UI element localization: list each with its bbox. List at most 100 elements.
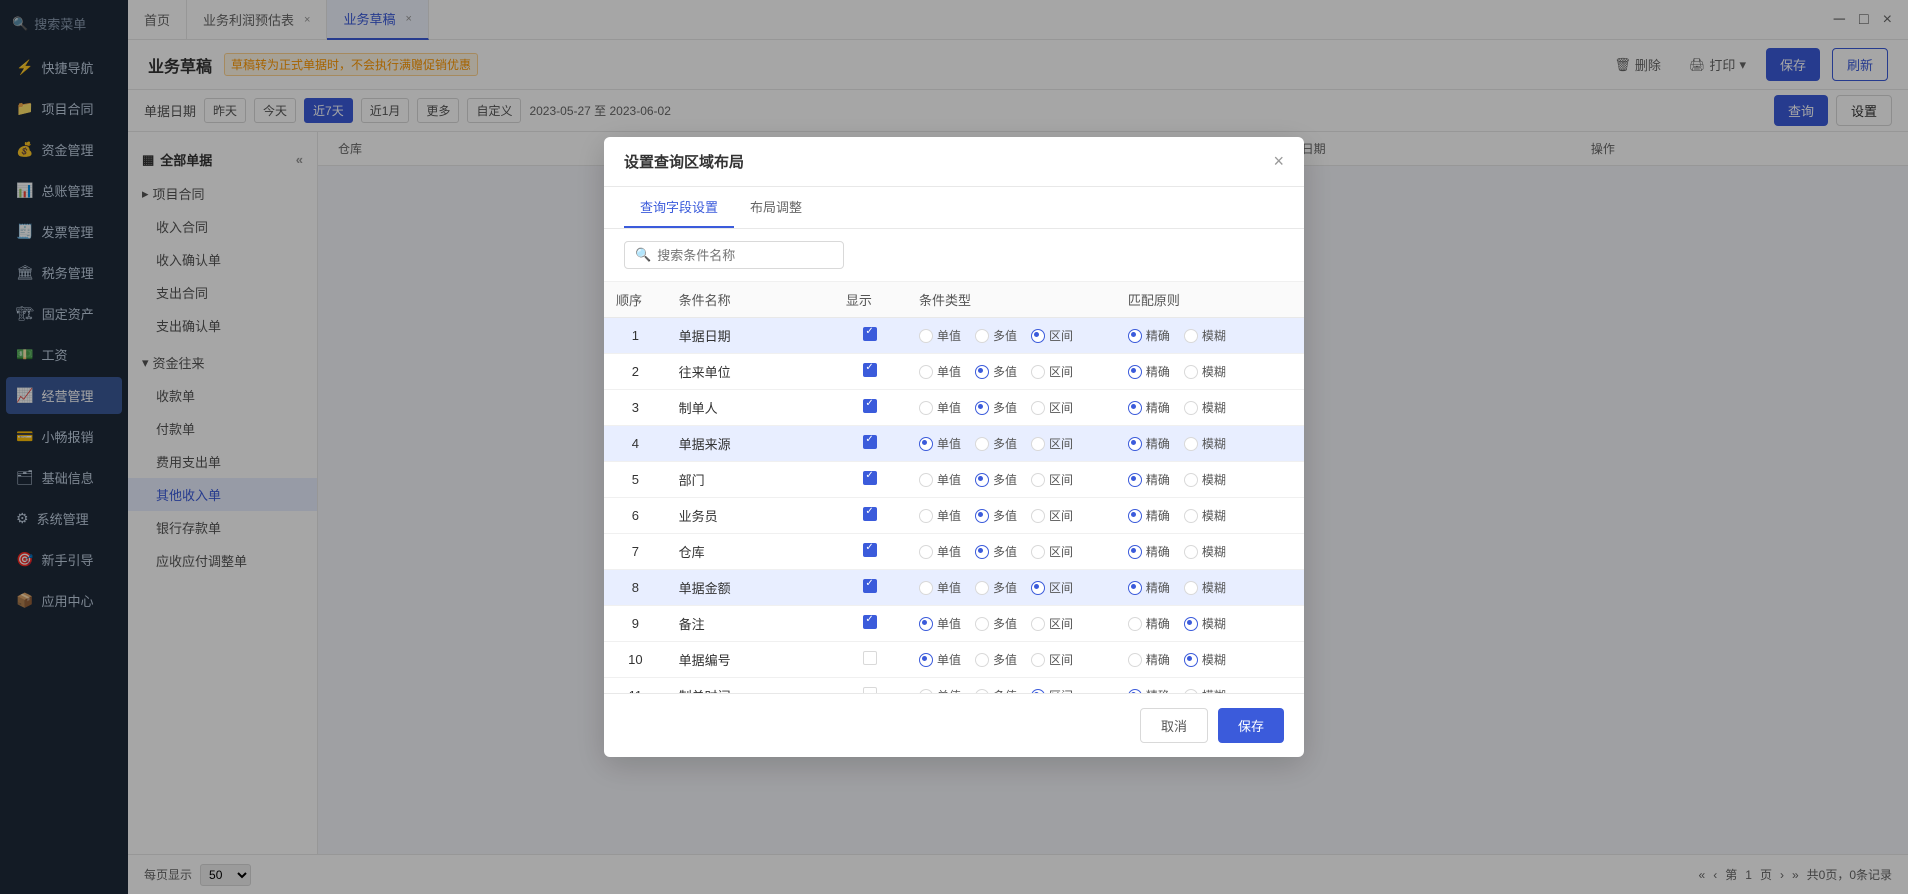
- radio-match-precise[interactable]: 精确: [1128, 543, 1170, 560]
- radio-dot: [975, 653, 989, 667]
- modal-save-button[interactable]: 保存: [1218, 708, 1284, 743]
- radio-type-range[interactable]: 区间: [1031, 435, 1073, 452]
- checkbox-checked[interactable]: [863, 579, 877, 593]
- cell-show[interactable]: [834, 426, 907, 462]
- radio-type-range[interactable]: 区间: [1031, 327, 1073, 344]
- radio-match-fuzzy[interactable]: 模糊: [1184, 399, 1226, 416]
- radio-type-range[interactable]: 区间: [1031, 543, 1073, 560]
- radio-type-single[interactable]: 单值: [919, 543, 961, 560]
- cell-type: 单值多值区间: [907, 462, 1116, 498]
- cell-show[interactable]: [834, 642, 907, 678]
- table-row[interactable]: 7仓库单值多值区间精确模糊: [604, 534, 1304, 570]
- radio-type-range[interactable]: 区间: [1031, 579, 1073, 596]
- radio-match-precise[interactable]: 精确: [1128, 363, 1170, 380]
- radio-type-range[interactable]: 区间: [1031, 471, 1073, 488]
- modal-close-button[interactable]: ×: [1273, 151, 1284, 172]
- cell-show[interactable]: [834, 534, 907, 570]
- cell-show[interactable]: [834, 318, 907, 354]
- radio-type-single[interactable]: 单值: [919, 579, 961, 596]
- radio-match-precise[interactable]: 精确: [1128, 615, 1170, 632]
- search-input[interactable]: [657, 248, 833, 263]
- radio-match-fuzzy[interactable]: 模糊: [1184, 651, 1226, 668]
- radio-type-multiple[interactable]: 多值: [975, 579, 1017, 596]
- radio-dot: [1184, 329, 1198, 343]
- radio-label: 单值: [937, 363, 961, 380]
- modal-tab-query-fields[interactable]: 查询字段设置: [624, 187, 734, 228]
- checkbox-checked[interactable]: [863, 615, 877, 629]
- radio-match-precise[interactable]: 精确: [1128, 471, 1170, 488]
- cell-show[interactable]: [834, 462, 907, 498]
- cell-order: 9: [604, 606, 667, 642]
- radio-type-multiple[interactable]: 多值: [975, 327, 1017, 344]
- radio-type-multiple[interactable]: 多值: [975, 543, 1017, 560]
- table-row[interactable]: 5部门单值多值区间精确模糊: [604, 462, 1304, 498]
- table-row[interactable]: 2往来单位单值多值区间精确模糊: [604, 354, 1304, 390]
- radio-match-fuzzy[interactable]: 模糊: [1184, 435, 1226, 452]
- radio-type-single[interactable]: 单值: [919, 435, 961, 452]
- th-show: 显示: [834, 282, 907, 318]
- radio-dot-selected: [1128, 545, 1142, 559]
- radio-match-fuzzy[interactable]: 模糊: [1184, 579, 1226, 596]
- checkbox-checked[interactable]: [863, 399, 877, 413]
- checkbox-checked[interactable]: [863, 507, 877, 521]
- table-row[interactable]: 4单据来源单值多值区间精确模糊: [604, 426, 1304, 462]
- radio-type-multiple[interactable]: 多值: [975, 399, 1017, 416]
- radio-type-single[interactable]: 单值: [919, 615, 961, 632]
- checkbox-checked[interactable]: [863, 327, 877, 341]
- radio-label: 区间: [1049, 435, 1073, 452]
- table-row[interactable]: 8单据金额单值多值区间精确模糊: [604, 570, 1304, 606]
- cell-name: 备注: [667, 606, 834, 642]
- radio-type-multiple[interactable]: 多值: [975, 363, 1017, 380]
- table-row[interactable]: 3制单人单值多值区间精确模糊: [604, 390, 1304, 426]
- checkbox-checked[interactable]: [863, 435, 877, 449]
- radio-type-range[interactable]: 区间: [1031, 651, 1073, 668]
- checkbox-checked[interactable]: [863, 471, 877, 485]
- table-row[interactable]: 10单据编号单值多值区间精确模糊: [604, 642, 1304, 678]
- table-row[interactable]: 9备注 单值多值区间 精确模糊: [604, 606, 1304, 642]
- radio-type-single[interactable]: 单值: [919, 507, 961, 524]
- radio-match-fuzzy[interactable]: 模糊: [1184, 615, 1226, 632]
- radio-type-multiple[interactable]: 多值: [975, 615, 1017, 632]
- checkbox-checked[interactable]: [863, 543, 877, 557]
- modal-tab-layout[interactable]: 布局调整: [734, 187, 818, 228]
- cell-show[interactable]: [834, 570, 907, 606]
- table-row[interactable]: 6业务员单值多值区间精确模糊: [604, 498, 1304, 534]
- radio-dot: [975, 329, 989, 343]
- radio-type-single[interactable]: 单值: [919, 327, 961, 344]
- radio-dot: [1031, 473, 1045, 487]
- radio-type-range[interactable]: 区间: [1031, 363, 1073, 380]
- radio-match-fuzzy[interactable]: 模糊: [1184, 363, 1226, 380]
- cell-show[interactable]: [834, 390, 907, 426]
- radio-match-fuzzy[interactable]: 模糊: [1184, 471, 1226, 488]
- radio-type-single[interactable]: 单值: [919, 399, 961, 416]
- checkbox-unchecked[interactable]: [863, 651, 877, 665]
- radio-type-single[interactable]: 单值: [919, 651, 961, 668]
- radio-match-precise[interactable]: 精确: [1128, 651, 1170, 668]
- radio-type-range[interactable]: 区间: [1031, 399, 1073, 416]
- cell-show[interactable]: [834, 354, 907, 390]
- radio-match-fuzzy[interactable]: 模糊: [1184, 327, 1226, 344]
- radio-type-multiple[interactable]: 多值: [975, 471, 1017, 488]
- radio-type-single[interactable]: 单值: [919, 363, 961, 380]
- cell-show[interactable]: [834, 498, 907, 534]
- cell-show[interactable]: [834, 606, 907, 642]
- radio-type-single[interactable]: 单值: [919, 471, 961, 488]
- radio-match-precise[interactable]: 精确: [1128, 579, 1170, 596]
- radio-match-fuzzy[interactable]: 模糊: [1184, 543, 1226, 560]
- cell-show[interactable]: [834, 678, 907, 694]
- radio-match-precise[interactable]: 精确: [1128, 399, 1170, 416]
- cancel-button[interactable]: 取消: [1140, 708, 1208, 743]
- radio-type-range[interactable]: 区间: [1031, 615, 1073, 632]
- radio-match-precise[interactable]: 精确: [1128, 327, 1170, 344]
- checkbox-checked[interactable]: [863, 363, 877, 377]
- radio-match-precise[interactable]: 精确: [1128, 507, 1170, 524]
- table-row[interactable]: 1单据日期单值多值区间精确模糊: [604, 318, 1304, 354]
- radio-match-fuzzy[interactable]: 模糊: [1184, 507, 1226, 524]
- radio-type-multiple[interactable]: 多值: [975, 651, 1017, 668]
- radio-match-precise[interactable]: 精确: [1128, 435, 1170, 452]
- radio-dot-selected: [1128, 689, 1142, 694]
- radio-type-range[interactable]: 区间: [1031, 507, 1073, 524]
- radio-type-multiple[interactable]: 多值: [975, 435, 1017, 452]
- radio-type-multiple[interactable]: 多值: [975, 507, 1017, 524]
- table-row[interactable]: 11制单时间单值多值区间精确模糊: [604, 678, 1304, 694]
